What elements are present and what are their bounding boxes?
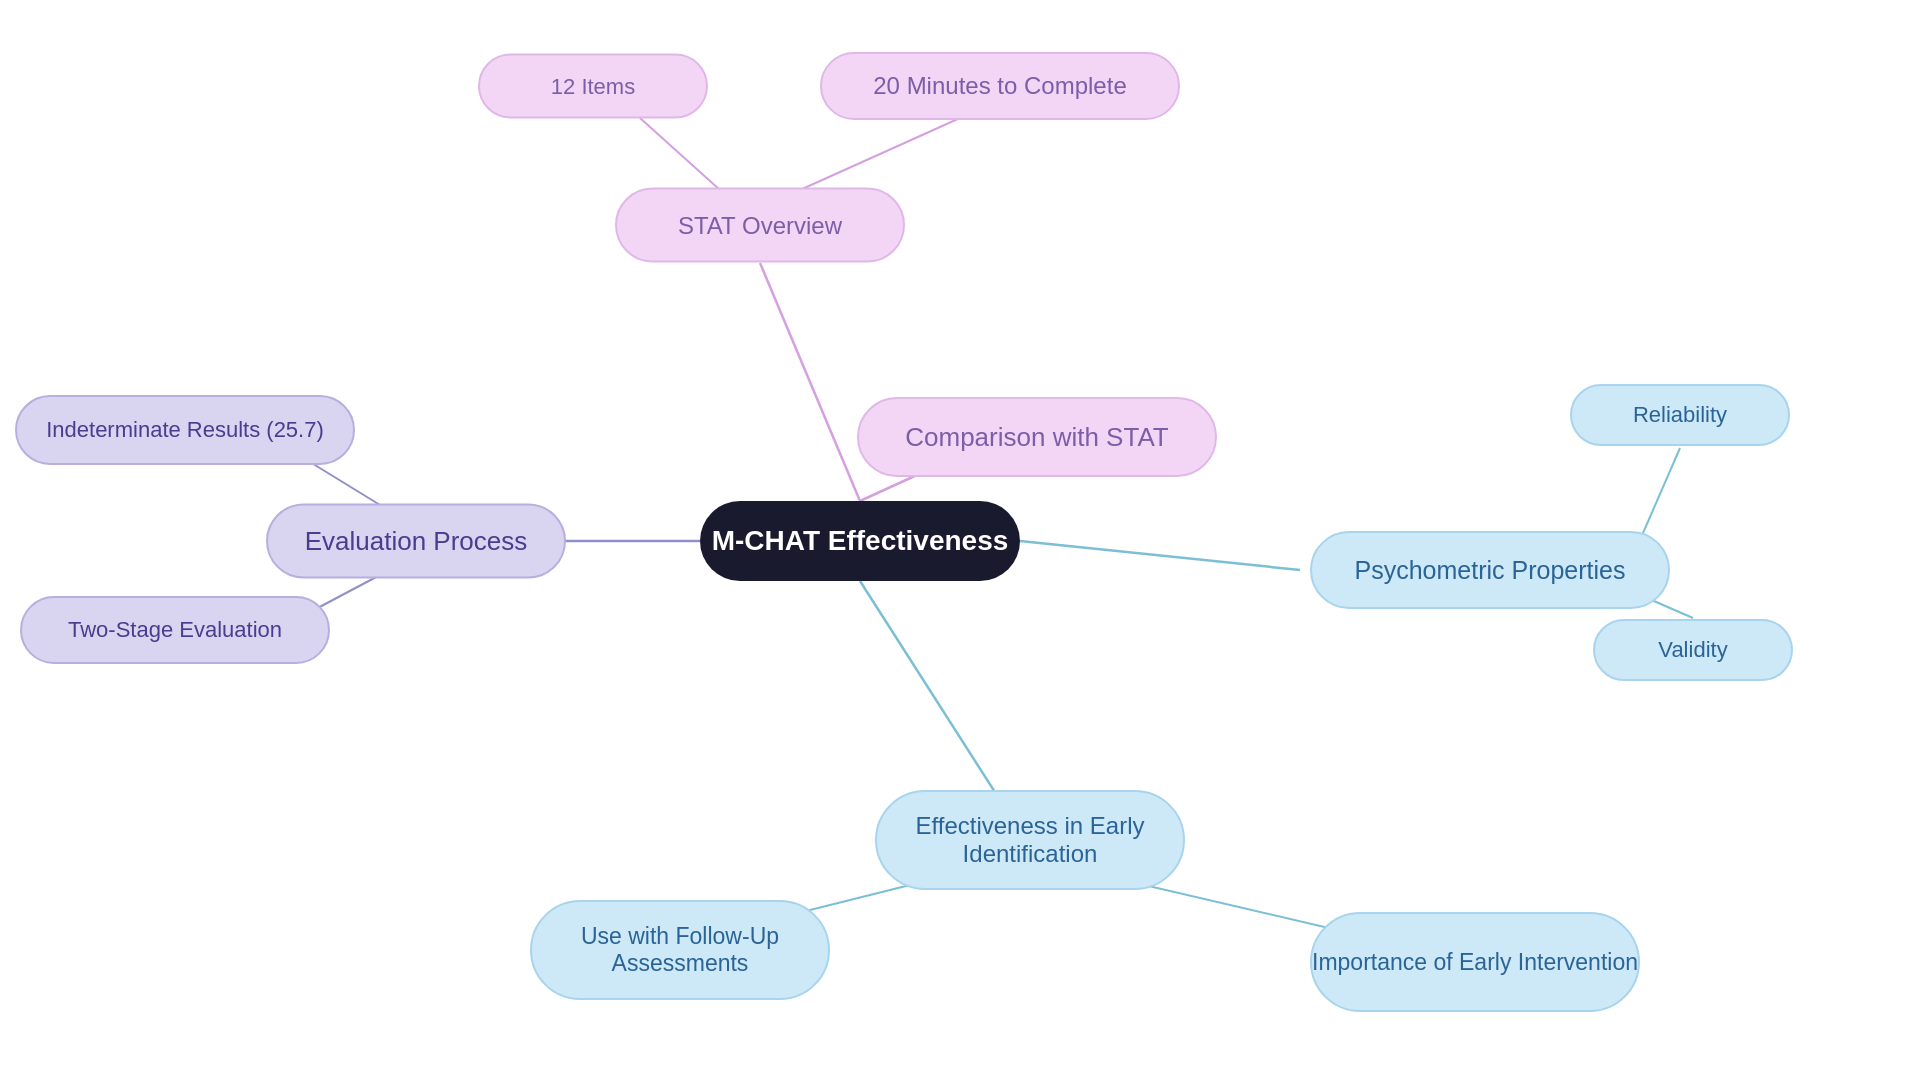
use-followup-node[interactable]: Use with Follow-Up Assessments	[530, 900, 830, 1000]
comparison-stat-node[interactable]: Comparison with STAT	[857, 397, 1217, 477]
validity-node[interactable]: Validity	[1593, 619, 1793, 681]
svg-line-7	[1020, 541, 1300, 570]
svg-line-1	[640, 118, 720, 190]
svg-line-8	[1640, 448, 1680, 540]
two-stage-evaluation-node[interactable]: Two-Stage Evaluation	[20, 596, 330, 664]
twenty-minutes-node[interactable]: 20 Minutes to Complete	[820, 52, 1180, 120]
center-node[interactable]: M-CHAT Effectiveness	[700, 501, 1020, 581]
svg-line-0	[760, 263, 860, 501]
evaluation-process-node[interactable]: Evaluation Process	[266, 504, 566, 579]
importance-early-node[interactable]: Importance of Early Intervention	[1310, 912, 1640, 1012]
twelve-items-node[interactable]: 12 Items	[478, 54, 708, 119]
stat-overview-node[interactable]: STAT Overview	[615, 188, 905, 263]
svg-line-10	[860, 581, 1000, 800]
psychometric-properties-node[interactable]: Psychometric Properties	[1310, 531, 1670, 609]
svg-line-2	[800, 118, 960, 190]
indeterminate-results-node[interactable]: Indeterminate Results (25.7)	[15, 395, 355, 465]
effectiveness-early-node[interactable]: Effectiveness in Early Identification	[875, 790, 1185, 890]
svg-line-5	[310, 462, 380, 505]
reliability-node[interactable]: Reliability	[1570, 384, 1790, 446]
